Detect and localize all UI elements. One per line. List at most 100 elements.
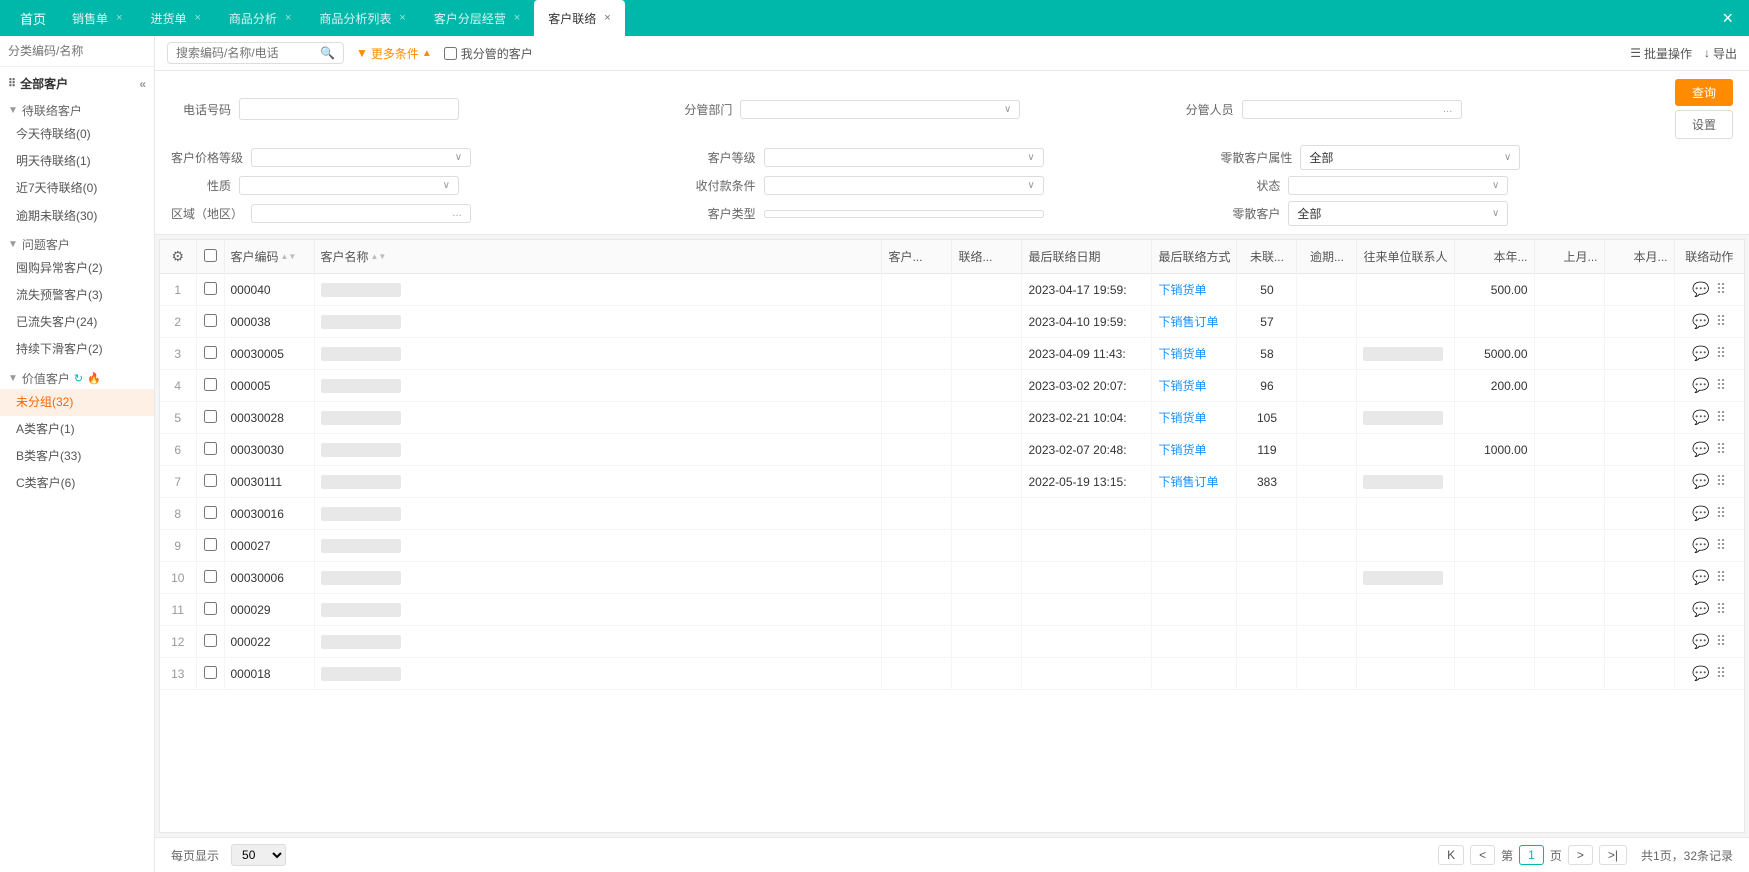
status-select[interactable]: ∨: [1288, 176, 1508, 195]
last-page-btn[interactable]: >|: [1599, 845, 1627, 865]
row-lastway-link[interactable]: 下销货单: [1158, 411, 1206, 425]
close-purchase-tab[interactable]: ×: [194, 12, 200, 24]
row-checkbox[interactable]: [204, 666, 217, 679]
row-checkbox[interactable]: [204, 506, 217, 519]
row-lastway-link[interactable]: 下销售订单: [1158, 475, 1218, 489]
nav-tab-product-analysis[interactable]: 商品分析 ×: [215, 0, 305, 36]
contact-icon[interactable]: 💬: [1692, 537, 1709, 554]
batch-op-btn[interactable]: ☰ 批量操作: [1630, 45, 1692, 62]
search-icon[interactable]: 🔍: [320, 46, 335, 60]
contact-icon[interactable]: 💬: [1692, 441, 1709, 458]
nav-tab-sales[interactable]: 销售单 ×: [58, 0, 136, 36]
price-level-select[interactable]: ∨: [251, 148, 471, 167]
more-icon[interactable]: ⠿: [1716, 377, 1726, 394]
prev-page-btn[interactable]: <: [1470, 845, 1495, 865]
sidebar-item-7days[interactable]: 近7天待联络(0): [0, 175, 154, 202]
more-icon[interactable]: ⠿: [1716, 345, 1726, 362]
pending-contact-group[interactable]: ▼ 待联络客户: [0, 96, 154, 121]
row-lastway-link[interactable]: 下销货单: [1158, 347, 1206, 361]
problem-customers-group[interactable]: ▼ 问题客户: [0, 230, 154, 255]
more-icon[interactable]: ⠿: [1716, 601, 1726, 618]
more-icon[interactable]: ⠿: [1716, 313, 1726, 330]
nav-home[interactable]: 首页: [8, 9, 58, 28]
row-checkbox[interactable]: [204, 282, 217, 295]
page-size-select[interactable]: 50 10 20 100: [231, 844, 286, 866]
contact-icon[interactable]: 💬: [1692, 345, 1709, 362]
sidebar-item-churned[interactable]: 已流失客户(24): [0, 309, 154, 336]
th-settings[interactable]: ⚙: [160, 240, 196, 274]
nav-tab-customer-contact[interactable]: 客户联络 ×: [534, 0, 624, 36]
search-input[interactable]: [176, 46, 316, 60]
close-product-tab[interactable]: ×: [285, 12, 291, 24]
row-checkbox[interactable]: [204, 570, 217, 583]
row-lastway-link[interactable]: 下销货单: [1158, 443, 1206, 457]
export-btn[interactable]: ↓ 导出: [1704, 45, 1737, 62]
row-lastway-link[interactable]: 下销售订单: [1158, 315, 1218, 329]
sidebar-item-ungroup[interactable]: 未分组(32): [0, 389, 154, 416]
sidebar-item-class-c[interactable]: C类客户(6): [0, 470, 154, 497]
more-icon[interactable]: ⠿: [1716, 473, 1726, 490]
row-checkbox[interactable]: [204, 442, 217, 455]
contact-icon[interactable]: 💬: [1692, 473, 1709, 490]
close-sales-tab[interactable]: ×: [116, 12, 122, 24]
more-icon[interactable]: ⠿: [1716, 409, 1726, 426]
close-all-button[interactable]: ×: [1714, 8, 1741, 29]
close-customer-mgmt-tab[interactable]: ×: [514, 12, 520, 24]
row-checkbox[interactable]: [204, 602, 217, 615]
settings-icon[interactable]: ⚙: [171, 248, 184, 264]
contact-icon[interactable]: 💬: [1692, 505, 1709, 522]
row-lastway-link[interactable]: 下销货单: [1158, 379, 1206, 393]
contact-icon[interactable]: 💬: [1692, 601, 1709, 618]
row-checkbox[interactable]: [204, 474, 217, 487]
phone-input[interactable]: [239, 98, 459, 120]
my-customers-checkbox[interactable]: [444, 47, 457, 60]
more-icon[interactable]: ⠿: [1716, 441, 1726, 458]
more-icon[interactable]: ⠿: [1716, 569, 1726, 586]
sidebar-item-hoard[interactable]: 囤购异常客户(2): [0, 255, 154, 282]
sidebar-item-churn-warning[interactable]: 流失预警客户(3): [0, 282, 154, 309]
person-select[interactable]: …: [1242, 100, 1462, 119]
refresh-icon[interactable]: ↻: [74, 372, 83, 385]
nav-tab-purchase[interactable]: 进货单 ×: [136, 0, 214, 36]
customer-type-select[interactable]: [764, 210, 1044, 218]
more-icon[interactable]: ⠿: [1716, 537, 1726, 554]
my-customers-filter[interactable]: 我分管的客户: [444, 45, 533, 62]
more-conditions-btn[interactable]: ▼ 更多条件 ▲: [356, 45, 432, 62]
row-checkbox[interactable]: [204, 538, 217, 551]
contact-icon[interactable]: 💬: [1692, 633, 1709, 650]
sidebar-item-today[interactable]: 今天待联络(0): [0, 121, 154, 148]
customer-level-select[interactable]: ∨: [764, 148, 1044, 167]
row-checkbox[interactable]: [204, 410, 217, 423]
name-sort[interactable]: ▲▼: [371, 253, 387, 261]
contact-icon[interactable]: 💬: [1692, 377, 1709, 394]
gender-select[interactable]: ∨: [239, 176, 459, 195]
contact-icon[interactable]: 💬: [1692, 281, 1709, 298]
th-checkbox[interactable]: [196, 240, 224, 274]
retail-customer-select[interactable]: 全部∨: [1288, 201, 1508, 226]
first-page-btn[interactable]: K: [1438, 845, 1464, 865]
retail-attr-select[interactable]: 全部∨: [1300, 145, 1520, 170]
row-checkbox[interactable]: [204, 314, 217, 327]
nav-tab-product-list[interactable]: 商品分析列表 ×: [305, 0, 419, 36]
close-customer-contact-tab[interactable]: ×: [604, 12, 610, 24]
dept-select[interactable]: ∨: [740, 100, 1020, 119]
sidebar-item-tomorrow[interactable]: 明天待联络(1): [0, 148, 154, 175]
value-customers-group[interactable]: ▼ 价值客户 ↻ 🔥: [0, 364, 154, 389]
close-product-list-tab[interactable]: ×: [399, 12, 405, 24]
select-all-checkbox[interactable]: [204, 249, 217, 262]
sidebar-item-class-b[interactable]: B类客户(33): [0, 443, 154, 470]
row-checkbox[interactable]: [204, 378, 217, 391]
more-icon[interactable]: ⠿: [1716, 633, 1726, 650]
row-checkbox[interactable]: [204, 634, 217, 647]
more-icon[interactable]: ⠿: [1716, 281, 1726, 298]
contact-icon[interactable]: 💬: [1692, 569, 1709, 586]
more-icon[interactable]: ⠿: [1716, 665, 1726, 682]
contact-icon[interactable]: 💬: [1692, 665, 1709, 682]
region-select[interactable]: …: [251, 204, 471, 223]
collapse-btn[interactable]: «: [139, 77, 146, 91]
row-checkbox[interactable]: [204, 346, 217, 359]
row-lastway-link[interactable]: 下销货单: [1158, 283, 1206, 297]
sidebar-item-class-a[interactable]: A类客户(1): [0, 416, 154, 443]
contact-icon[interactable]: 💬: [1692, 409, 1709, 426]
sidebar-search-input[interactable]: [8, 44, 155, 58]
